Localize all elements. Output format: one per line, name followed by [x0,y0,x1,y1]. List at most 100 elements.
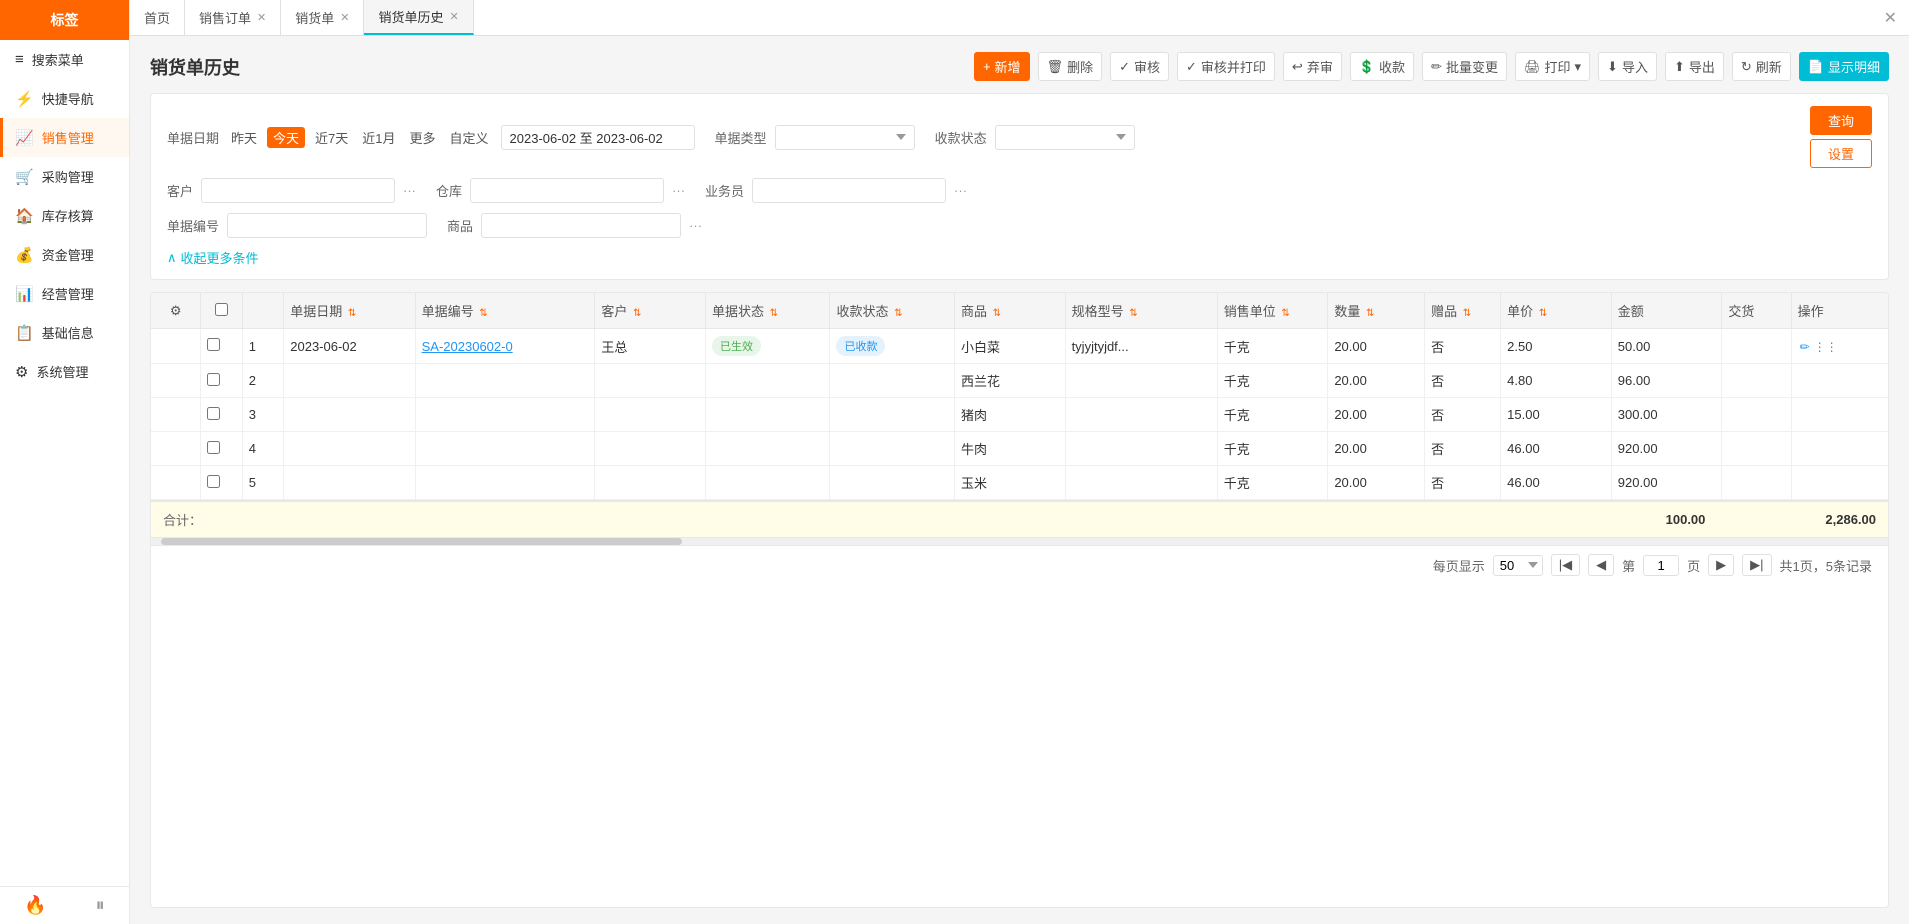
sidebar-item-funds-mgmt[interactable]: 💰 资金管理 [0,235,129,274]
audit-print-button[interactable]: ✓ 审核并打印 [1177,52,1275,81]
shortcut-today[interactable]: 今天 [267,127,305,148]
filter-row-3: 单据编号 商品 ··· [167,213,1872,238]
tab-sales-delivery-close[interactable]: ✕ [340,11,349,24]
col-gift[interactable]: 赠品 ⇅ [1425,293,1501,329]
col-goods[interactable]: 商品 ⇅ [954,293,1065,329]
shortcut-yesterday[interactable]: 昨天 [227,127,261,148]
page-header: 销货单历史 + 新增 🗑 删除 ✓ 审核 ✓ 审核并打印 [150,52,1889,81]
last-page-btn[interactable]: ▶| [1742,554,1771,576]
col-payment-status[interactable]: 收款状态 ⇅ [830,293,954,329]
filter-row-1: 单据日期 昨天 今天 近7天 近1月 更多 自定义 单据类型 [167,106,1872,168]
date-range-input[interactable] [501,125,695,150]
salesperson-dots[interactable]: ··· [954,183,967,198]
page-number-input[interactable] [1643,555,1679,576]
doc-status-cell: 已生效 [706,329,830,364]
gift-cell: 否 [1425,398,1501,432]
edit-action-btn[interactable]: ✏ [1798,340,1812,354]
unit-price-cell: 4.80 [1501,364,1612,398]
salesperson-input[interactable] [752,178,946,203]
sidebar-item-quick-nav[interactable]: ⚡ 快捷导航 [0,79,129,118]
prev-page-btn[interactable]: ◀ [1588,554,1614,576]
collect-button[interactable]: 💲 收款 [1350,52,1414,81]
customer-cell: 王总 [595,329,706,364]
col-gear[interactable]: ⚙ [151,293,201,329]
shortcut-more[interactable]: 更多 [406,127,440,148]
customer-dots[interactable]: ··· [403,183,416,198]
row-checkbox[interactable] [207,373,220,386]
check-cell [201,329,242,364]
first-page-btn[interactable]: |◀ [1551,554,1580,576]
delete-icon: 🗑 [1047,59,1064,75]
amount-cell: 96.00 [1611,364,1722,398]
more-action-btn[interactable]: ⋮⋮ [1812,340,1840,354]
payment-status-select[interactable] [995,125,1135,150]
customer-input[interactable] [201,178,395,203]
col-doc-no[interactable]: 单据编号 ⇅ [415,293,595,329]
col-doc-status[interactable]: 单据状态 ⇅ [706,293,830,329]
sidebar-item-sales-mgmt[interactable]: 📈 销售管理 [0,118,129,157]
tab-sales-order-close[interactable]: ✕ [257,11,266,24]
col-unit-price[interactable]: 单价 ⇅ [1501,293,1612,329]
col-sales-unit[interactable]: 销售单位 ⇅ [1217,293,1328,329]
collapse-btn[interactable]: ∧ 收起更多条件 [167,248,1872,267]
abandon-button[interactable]: ↩ 弃审 [1283,52,1342,81]
batch-change-button[interactable]: ✏ 批量变更 [1422,52,1507,81]
page-size-select[interactable]: 50 100 [1493,555,1543,576]
sidebar-collapse-btn[interactable]: ⏸ [96,895,105,916]
spec-cell [1065,398,1217,432]
goods-cell: 西兰花 [954,364,1065,398]
import-button[interactable]: ⬇ 导入 [1598,52,1657,81]
scroll-bar-thumb[interactable] [161,538,682,545]
export-button[interactable]: ⬆ 导出 [1665,52,1724,81]
sidebar-toggle-btn[interactable]: 🔥 [24,895,46,916]
trade-cell [1722,432,1791,466]
query-button[interactable]: 查询 [1810,106,1872,135]
select-all-checkbox[interactable] [215,303,228,316]
row-checkbox[interactable] [207,407,220,420]
tab-sales-order[interactable]: 销售订单 ✕ [185,0,281,35]
doc-no-input[interactable] [227,213,427,238]
audit-button[interactable]: ✓ 审核 [1110,52,1169,81]
shortcut-custom[interactable]: 自定义 [446,127,493,148]
sidebar-item-ops-mgmt[interactable]: 📊 经营管理 [0,274,129,313]
shortcut-7days[interactable]: 近7天 [311,127,352,148]
doc-no-link[interactable]: SA-20230602-0 [422,339,513,354]
sidebar-item-stock-calc[interactable]: 🏠 库存核算 [0,196,129,235]
doc-type-select[interactable] [775,125,915,150]
goods-input[interactable] [481,213,681,238]
add-button[interactable]: + 新增 [974,52,1030,81]
row-checkbox[interactable] [207,338,220,351]
next-page-btn[interactable]: ▶ [1708,554,1734,576]
sidebar-item-search-menu[interactable]: ≡ 搜索菜单 [0,40,129,79]
col-qty[interactable]: 数量 ⇅ [1328,293,1425,329]
goods-dots[interactable]: ··· [689,218,702,233]
scroll-bar[interactable] [151,537,1888,545]
refresh-button[interactable]: ↻ 刷新 [1732,52,1791,81]
row-checkbox[interactable] [207,441,220,454]
warehouse-dots[interactable]: ··· [672,183,685,198]
tab-sales-history-close[interactable]: ✕ [450,10,459,23]
footer-label: 合计： [163,510,202,529]
tab-sales-delivery[interactable]: 销货单 ✕ [281,0,364,35]
col-customer[interactable]: 客户 ⇅ [595,293,706,329]
shortcut-1month[interactable]: 近1月 [358,127,399,148]
close-all-tabs-btn[interactable]: ✕ [1872,8,1909,28]
gift-cell: 否 [1425,432,1501,466]
sidebar-item-sys-mgmt[interactable]: ⚙ 系统管理 [0,352,129,391]
sort-gift-icon: ⇅ [1463,308,1471,319]
sidebar-item-basic-info[interactable]: 📋 基础信息 [0,313,129,352]
tab-sales-history[interactable]: 销货单历史 ✕ [364,0,473,35]
row-no-cell: 1 [242,329,283,364]
spec-cell [1065,364,1217,398]
delete-button[interactable]: 🗑 删除 [1038,52,1103,81]
row-checkbox[interactable] [207,475,220,488]
warehouse-input[interactable] [470,178,664,203]
show-detail-button[interactable]: 📄 显示明细 [1799,52,1889,81]
settings-button[interactable]: 设置 [1810,139,1872,168]
col-spec[interactable]: 规格型号 ⇅ [1065,293,1217,329]
filter-actions: 查询 设置 [1810,106,1872,168]
col-doc-date[interactable]: 单据日期 ⇅ [284,293,415,329]
print-button[interactable]: 🖨 打印 ▾ [1515,52,1590,81]
tab-home[interactable]: 首页 [130,0,185,35]
sidebar-item-purchase-mgmt[interactable]: 🛒 采购管理 [0,157,129,196]
